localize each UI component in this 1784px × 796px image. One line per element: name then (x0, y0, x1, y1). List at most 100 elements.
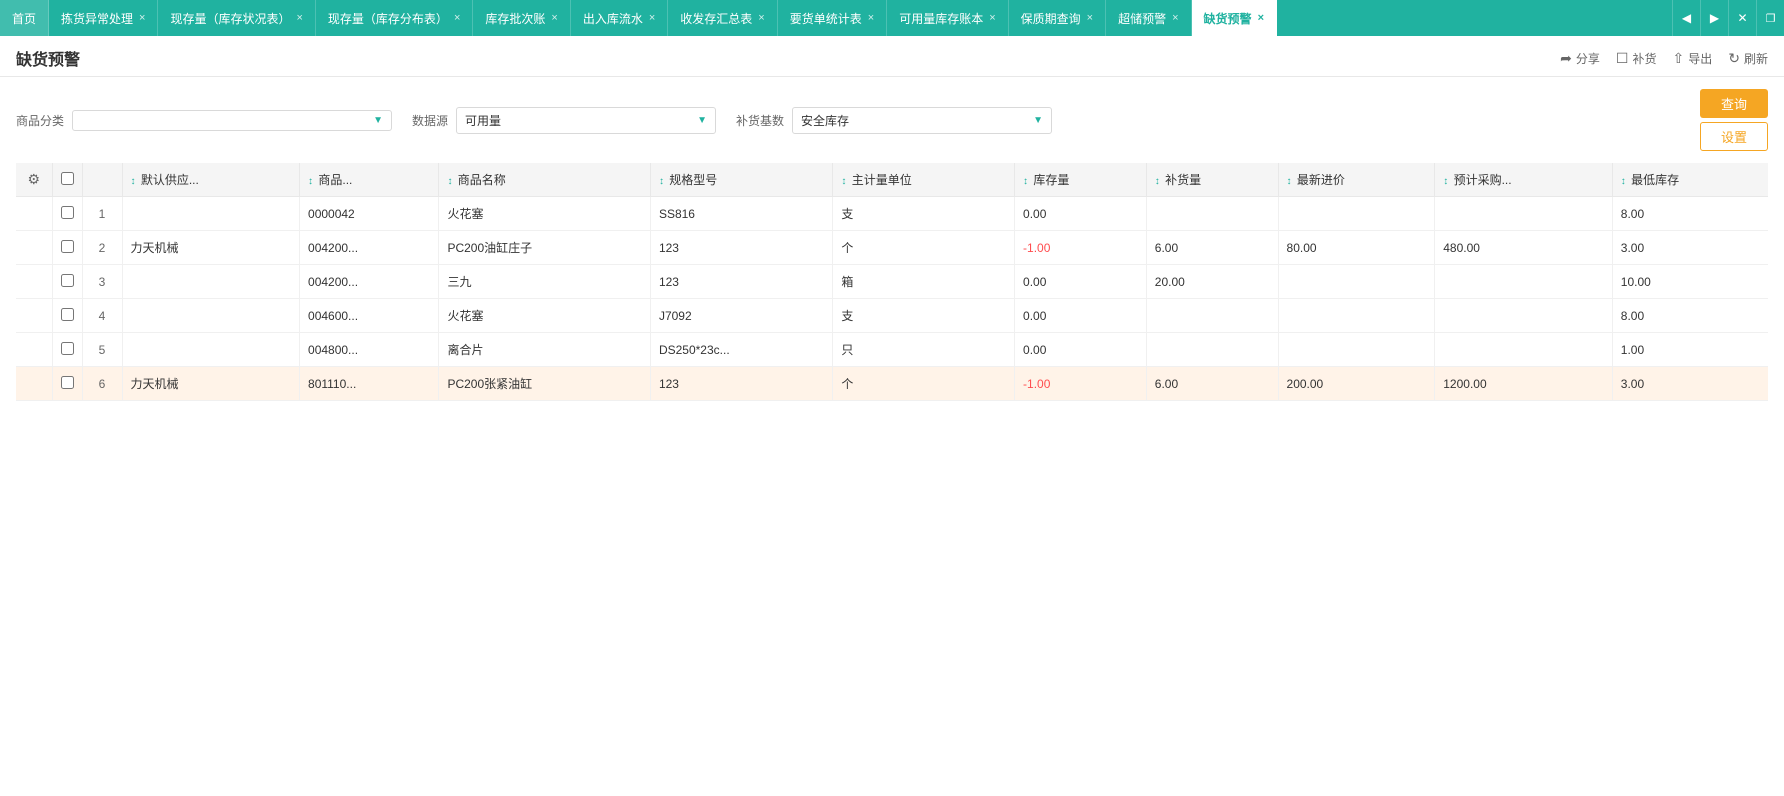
tab-prev-button[interactable]: ◀ (1672, 0, 1700, 36)
row-checkbox[interactable] (61, 342, 74, 355)
th-replenish-qty[interactable]: ↕ 补货量 (1146, 163, 1278, 197)
tab-close-icon[interactable]: × (139, 12, 145, 24)
row-goods-name: 火花塞 (439, 197, 651, 231)
tab-item[interactable]: 缺货预警× (1192, 0, 1277, 36)
tab-close-icon[interactable]: × (454, 12, 460, 24)
tab-item[interactable]: 要货单统计表 × (778, 0, 887, 36)
row-goods-name: PC200张紧油缸 (439, 367, 651, 401)
query-button[interactable]: 查询 (1700, 89, 1768, 118)
tab-close-icon[interactable]: × (989, 12, 995, 24)
row-spec: 123 (650, 265, 832, 299)
tab-close-icon[interactable]: × (868, 12, 874, 24)
row-index: 1 (82, 197, 122, 231)
share-button[interactable]: ➦ 分享 (1560, 50, 1600, 67)
row-stock: 0.00 (1015, 333, 1147, 367)
select-all-checkbox[interactable] (61, 172, 74, 185)
tab-item[interactable]: 库存批次账× (473, 0, 570, 36)
row-checkbox[interactable] (61, 206, 74, 219)
row-stock: -1.00 (1015, 367, 1147, 401)
row-checkbox[interactable] (61, 376, 74, 389)
row-index: 3 (82, 265, 122, 299)
tab-item[interactable]: 超储预警 × (1106, 0, 1191, 36)
th-spec-label: 规格型号 (669, 173, 717, 187)
category-arrow-icon: ▼ (373, 115, 383, 126)
refresh-button[interactable]: ↻ 刷新 (1728, 50, 1768, 67)
row-goods-code: 0000042 (300, 197, 439, 231)
row-supplier: 力天机械 (122, 367, 300, 401)
tab-item[interactable]: 保质期查询× (1009, 0, 1106, 36)
tab-next-button[interactable]: ▶ (1700, 0, 1728, 36)
table-row: 6力天机械801110...PC200张紧油缸123个-1.006.00200.… (16, 367, 1768, 401)
th-supplier[interactable]: ↕ 默认供应... (122, 163, 300, 197)
supplier-sort-icon: ↕ (131, 176, 136, 187)
export-button[interactable]: ⇧ 导出 (1673, 50, 1713, 67)
tab-close-icon[interactable]: × (1258, 12, 1264, 24)
replenish-button[interactable]: ☐ 补货 (1616, 50, 1657, 67)
th-latest-price[interactable]: ↕ 最新进价 (1278, 163, 1435, 197)
datasource-select[interactable]: 可用量 ▼ (456, 107, 716, 134)
tab-label: 拣货异常处理 (61, 10, 133, 27)
export-label: 导出 (1688, 50, 1712, 67)
th-goods-code[interactable]: ↕ 商品... (300, 163, 439, 197)
row-latest-price (1278, 197, 1435, 231)
th-goods-name[interactable]: ↕ 商品名称 (439, 163, 651, 197)
row-gear-cell (16, 265, 52, 299)
th-stock[interactable]: ↕ 库存量 (1015, 163, 1147, 197)
category-label: 商品分类 (16, 112, 64, 129)
row-stock: -1.00 (1015, 231, 1147, 265)
tab-close-all-button[interactable]: ✕ (1728, 0, 1756, 36)
tab-label: 超储预警 (1118, 10, 1166, 27)
row-checkbox[interactable] (61, 240, 74, 253)
th-spec[interactable]: ↕ 规格型号 (650, 163, 832, 197)
row-unit: 支 (833, 197, 1015, 231)
row-min-stock: 1.00 (1612, 333, 1768, 367)
min-stock-sort-icon: ↕ (1621, 176, 1626, 187)
tab-item[interactable]: 出入库流水× (571, 0, 668, 36)
replenish-qty-sort-icon: ↕ (1155, 176, 1160, 187)
tab-label: 现存量（库存分布表） (328, 10, 448, 27)
category-select[interactable]: ▼ (72, 110, 392, 131)
th-unit-label: 主计量单位 (852, 173, 912, 187)
tab-close-icon[interactable]: × (758, 12, 764, 24)
row-replenish-qty: 6.00 (1146, 367, 1278, 401)
row-min-stock: 8.00 (1612, 197, 1768, 231)
tab-expand-button[interactable]: ❐ (1756, 0, 1784, 36)
row-checkbox[interactable] (61, 274, 74, 287)
row-unit: 箱 (833, 265, 1015, 299)
row-gear-cell (16, 333, 52, 367)
row-spec: 123 (650, 367, 832, 401)
tab-close-icon[interactable]: × (551, 12, 557, 24)
tab-label: 要货单统计表 (790, 10, 862, 27)
tab-item[interactable]: 拣货异常处理 × (49, 0, 158, 36)
datasource-select-value: 可用量 (465, 112, 501, 129)
tab-close-icon[interactable]: × (1087, 12, 1093, 24)
row-replenish-qty (1146, 299, 1278, 333)
tab-item[interactable]: 现存量（库存状况表）× (158, 0, 315, 36)
row-unit: 个 (833, 231, 1015, 265)
tab-close-icon[interactable]: × (1172, 12, 1178, 24)
row-stock: 0.00 (1015, 299, 1147, 333)
row-goods-name: 三九 (439, 265, 651, 299)
page-title: 缺货预警 (16, 46, 80, 70)
tab-item[interactable]: 首页 (0, 0, 49, 36)
th-est-purchase[interactable]: ↕ 预计采购... (1435, 163, 1613, 197)
tab-item[interactable]: 收发存汇总表× (668, 0, 777, 36)
row-supplier (122, 197, 300, 231)
tab-item[interactable]: 可用量库存账本× (887, 0, 1008, 36)
tab-close-icon[interactable]: × (649, 12, 655, 24)
settings-button[interactable]: 设置 (1700, 122, 1768, 151)
tab-close-icon[interactable]: × (296, 12, 302, 24)
row-est-purchase (1435, 197, 1613, 231)
row-latest-price (1278, 299, 1435, 333)
filter-bar: 商品分类 ▼ 数据源 可用量 ▼ 补货基数 安全库存 ▼ 查询 设置 (0, 77, 1784, 163)
th-min-stock[interactable]: ↕ 最低库存 (1612, 163, 1768, 197)
th-unit[interactable]: ↕ 主计量单位 (833, 163, 1015, 197)
column-settings-icon[interactable]: ⚙ (27, 171, 40, 188)
replenish-select[interactable]: 安全库存 ▼ (792, 107, 1052, 134)
tab-item[interactable]: 现存量（库存分布表） × (316, 0, 473, 36)
row-checkbox[interactable] (61, 308, 74, 321)
th-est-purchase-label: 预计采购... (1454, 173, 1512, 187)
unit-sort-icon: ↕ (841, 176, 846, 187)
row-min-stock: 10.00 (1612, 265, 1768, 299)
row-supplier (122, 265, 300, 299)
